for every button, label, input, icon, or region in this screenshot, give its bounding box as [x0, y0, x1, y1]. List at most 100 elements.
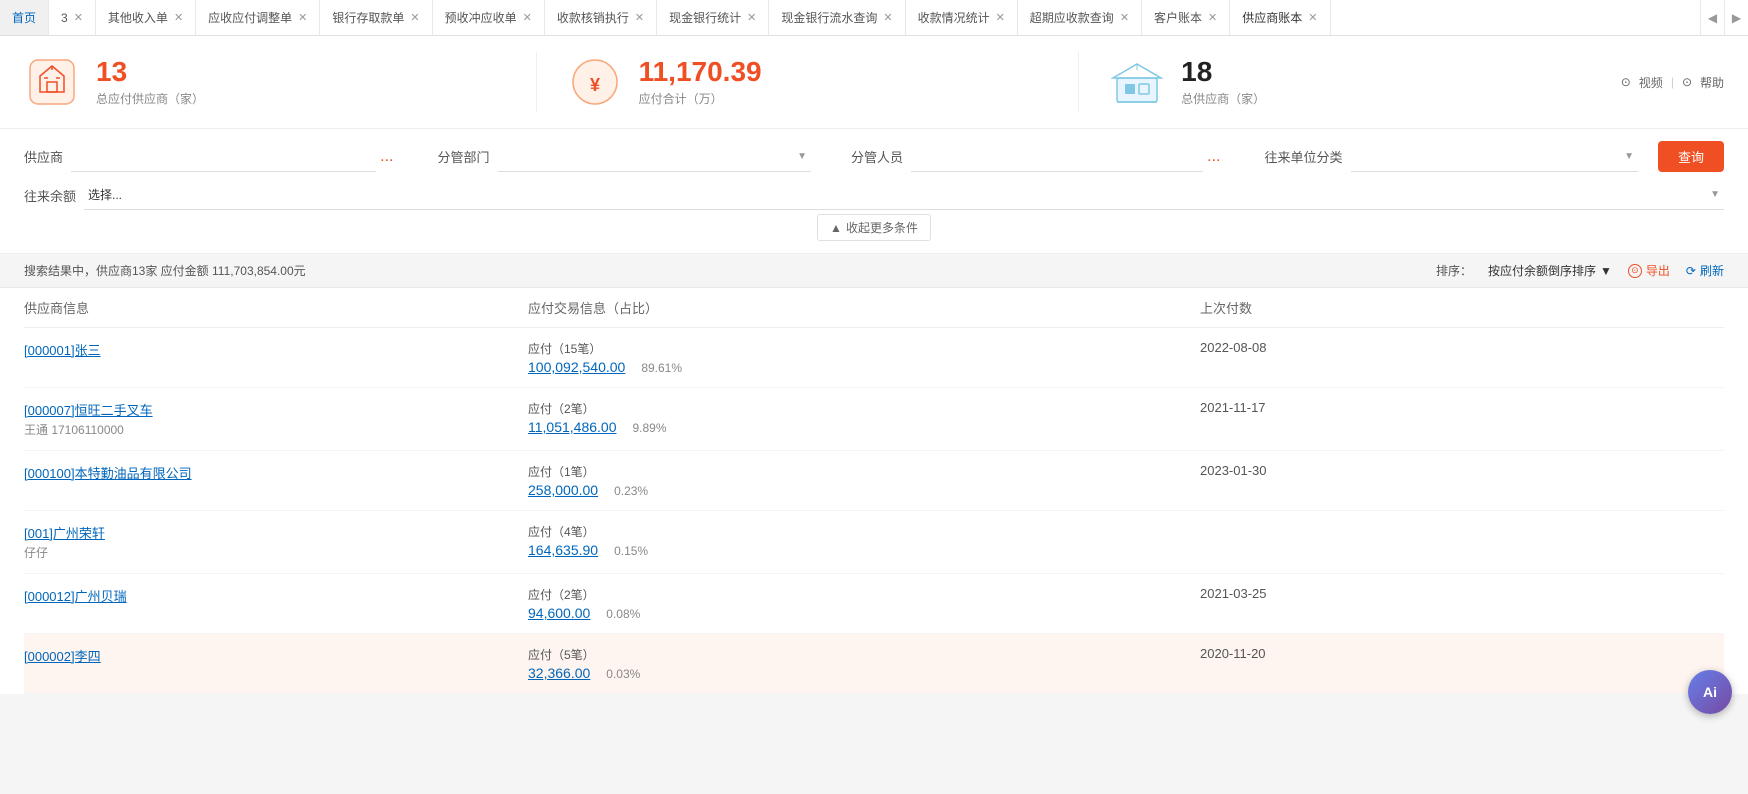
nav-tab-3[interactable]: 应收应付调整单 ✕: [196, 0, 320, 36]
nav-tab-12-label: 供应商账本: [1242, 9, 1302, 26]
tx-cell-5: 应付（2笔） 94,600.00 0.08%: [528, 586, 1200, 621]
collapse-button[interactable]: ▲ 收起更多条件: [817, 214, 931, 241]
nav-tab-2[interactable]: 其他收入单 ✕: [96, 0, 196, 36]
supplier-link-2[interactable]: [000007]恒旺二手叉车: [24, 403, 153, 418]
filter-unit-class: 往来单位分类 ▼: [1265, 142, 1639, 172]
export-button[interactable]: ⊙ 导出: [1628, 262, 1670, 279]
tx-amount-link-5[interactable]: 94,600.00: [528, 605, 590, 621]
summary-card-1: 13 总应付供应商（家）: [24, 54, 536, 110]
nav-tab-7[interactable]: 现金银行统计 ✕: [657, 0, 769, 36]
unit-class-select-wrapper: ▼: [1351, 142, 1638, 172]
filter-supplier: 供应商 ...: [24, 142, 398, 172]
close-icon[interactable]: ✕: [883, 11, 892, 24]
nav-tab-5[interactable]: 预收冲应收单 ✕: [433, 0, 545, 36]
nav-tab-10[interactable]: 超期应收款查询 ✕: [1018, 0, 1142, 36]
table-row: [001]广州荣轩 仔仔 应付（4笔） 164,635.90 0.15%: [24, 511, 1724, 574]
close-icon[interactable]: ✕: [1308, 11, 1317, 24]
close-icon[interactable]: ✕: [1208, 11, 1217, 24]
close-icon[interactable]: ✕: [1120, 11, 1129, 24]
header-transactions: 应付交易信息（占比）: [528, 298, 1200, 317]
tx-percent-1: 89.61%: [641, 361, 682, 375]
sort-select[interactable]: 按应付余额倒序排序 ▼: [1488, 262, 1612, 279]
last-pay-2: 2021-11-17: [1200, 400, 1266, 415]
last-pay-3: 2023-01-30: [1200, 463, 1267, 478]
sort-arrow-icon: ▼: [1600, 264, 1612, 278]
close-icon[interactable]: ✕: [74, 11, 83, 24]
nav-tab-5-label: 预收冲应收单: [445, 9, 517, 26]
supplier-link-4[interactable]: [001]广州荣轩: [24, 526, 105, 541]
tx-amount-link-3[interactable]: 258,000.00: [528, 482, 598, 498]
supplier-sub-2: 王通 17106110000: [24, 421, 528, 438]
card-2-label: 应付合计（万）: [639, 90, 762, 107]
tx-percent-6: 0.03%: [606, 667, 640, 681]
card-3-number: 18: [1181, 58, 1265, 86]
help-link[interactable]: 帮助: [1700, 74, 1724, 91]
tx-percent-5: 0.08%: [606, 607, 640, 621]
top-right-links: ⊙ 视频 | ⊙ 帮助: [1621, 74, 1724, 91]
results-bar: 搜索结果中，供应商13家 应付金额 111,703,854.00元 排序： 按应…: [0, 254, 1748, 288]
dept-select-wrapper: ▼: [498, 142, 811, 172]
close-icon[interactable]: ✕: [523, 11, 532, 24]
close-icon[interactable]: ✕: [410, 11, 419, 24]
tx-amount-link-4[interactable]: 164,635.90: [528, 542, 598, 558]
lastpay-cell-2: 2021-11-17: [1200, 400, 1704, 415]
tx-amount-link-6[interactable]: 32,366.00: [528, 665, 590, 681]
tx-info-4: 应付（4笔） 164,635.90 0.15%: [528, 523, 1200, 558]
nav-next-button[interactable]: ▶: [1724, 0, 1748, 36]
supplier-label: 供应商: [24, 147, 63, 166]
balance-select[interactable]: 选择...: [84, 180, 1724, 209]
nav-prev-button[interactable]: ◀: [1700, 0, 1724, 36]
nav-tab-1[interactable]: 3 ✕: [49, 0, 96, 36]
supplier-link-6[interactable]: [000002]李四: [24, 649, 101, 664]
nav-tab-6[interactable]: 收款核销执行 ✕: [545, 0, 657, 36]
tx-amount-link-2[interactable]: 11,051,486.00: [528, 419, 617, 435]
supplier-link-3[interactable]: [000100]本特勤油品有限公司: [24, 466, 192, 481]
summary-card-2: ¥ 11,170.39 应付合计（万）: [567, 54, 1079, 110]
video-link[interactable]: 视频: [1639, 74, 1663, 91]
close-icon[interactable]: ✕: [996, 11, 1005, 24]
header-supplier: 供应商信息: [24, 298, 528, 317]
tx-percent-2: 9.89%: [633, 421, 667, 435]
close-icon[interactable]: ✕: [747, 11, 756, 24]
unit-class-select[interactable]: [1351, 142, 1638, 171]
tx-row-3: 258,000.00 0.23%: [528, 480, 1200, 498]
nav-tab-12[interactable]: 供应商账本 ✕: [1230, 0, 1330, 36]
tx-cell-6: 应付（5笔） 32,366.00 0.03%: [528, 646, 1200, 681]
svg-text:¥: ¥: [590, 75, 600, 95]
nav-tab-9[interactable]: 收款情况统计 ✕: [906, 0, 1018, 36]
person-input[interactable]: [911, 142, 1203, 172]
dept-select[interactable]: [498, 142, 811, 171]
export-label: 导出: [1646, 262, 1670, 279]
supplier-link-1[interactable]: [000001]张三: [24, 343, 101, 358]
nav-tab-home[interactable]: 首页: [0, 0, 49, 36]
table-header: 供应商信息 应付交易信息（占比） 上次付数: [24, 288, 1724, 328]
ai-button[interactable]: Ai: [1688, 670, 1732, 714]
last-pay-5: 2021-03-25: [1200, 586, 1267, 601]
nav-tab-4[interactable]: 银行存取款单 ✕: [320, 0, 432, 36]
tx-amount-link-1[interactable]: 100,092,540.00: [528, 359, 625, 375]
close-icon[interactable]: ✕: [635, 11, 644, 24]
divider: |: [1671, 75, 1674, 89]
nav-tab-8[interactable]: 现金银行流水查询 ✕: [769, 0, 905, 36]
nav-tab-2-label: 其他收入单: [108, 9, 168, 26]
tx-label-2: 应付（2笔）: [528, 400, 1200, 417]
tx-cell-1: 应付（15笔） 100,092,540.00 89.61%: [528, 340, 1200, 375]
balance-label: 往来余额: [24, 186, 76, 205]
nav-tab-7-label: 现金银行统计: [669, 9, 741, 26]
person-dots-button[interactable]: ...: [1203, 148, 1224, 166]
sort-area: 排序： 按应付余额倒序排序 ▼ ⊙ 导出 ⟳ 刷新: [1436, 262, 1724, 279]
refresh-button[interactable]: ⟳ 刷新: [1686, 262, 1724, 279]
card-1-info: 13 总应付供应商（家）: [96, 58, 204, 107]
card-3-label: 总供应商（家）: [1181, 90, 1265, 107]
table-container: 供应商信息 应付交易信息（占比） 上次付数 [000001]张三 应付（15笔）…: [0, 288, 1748, 694]
supplier-input[interactable]: [71, 142, 376, 172]
close-icon[interactable]: ✕: [174, 11, 183, 24]
supplier-dots-button[interactable]: ...: [376, 148, 397, 166]
close-icon[interactable]: ✕: [298, 11, 307, 24]
filter-balance: 往来余额 选择... ▼: [24, 180, 1724, 210]
supplier-link-5[interactable]: [000012]广州贝瑞: [24, 589, 127, 604]
table-row: [000001]张三 应付（15笔） 100,092,540.00 89.61%…: [24, 328, 1724, 388]
query-button[interactable]: 查询: [1658, 141, 1724, 172]
nav-tab-11[interactable]: 客户账本 ✕: [1142, 0, 1230, 36]
dept-label: 分管部门: [438, 147, 490, 166]
